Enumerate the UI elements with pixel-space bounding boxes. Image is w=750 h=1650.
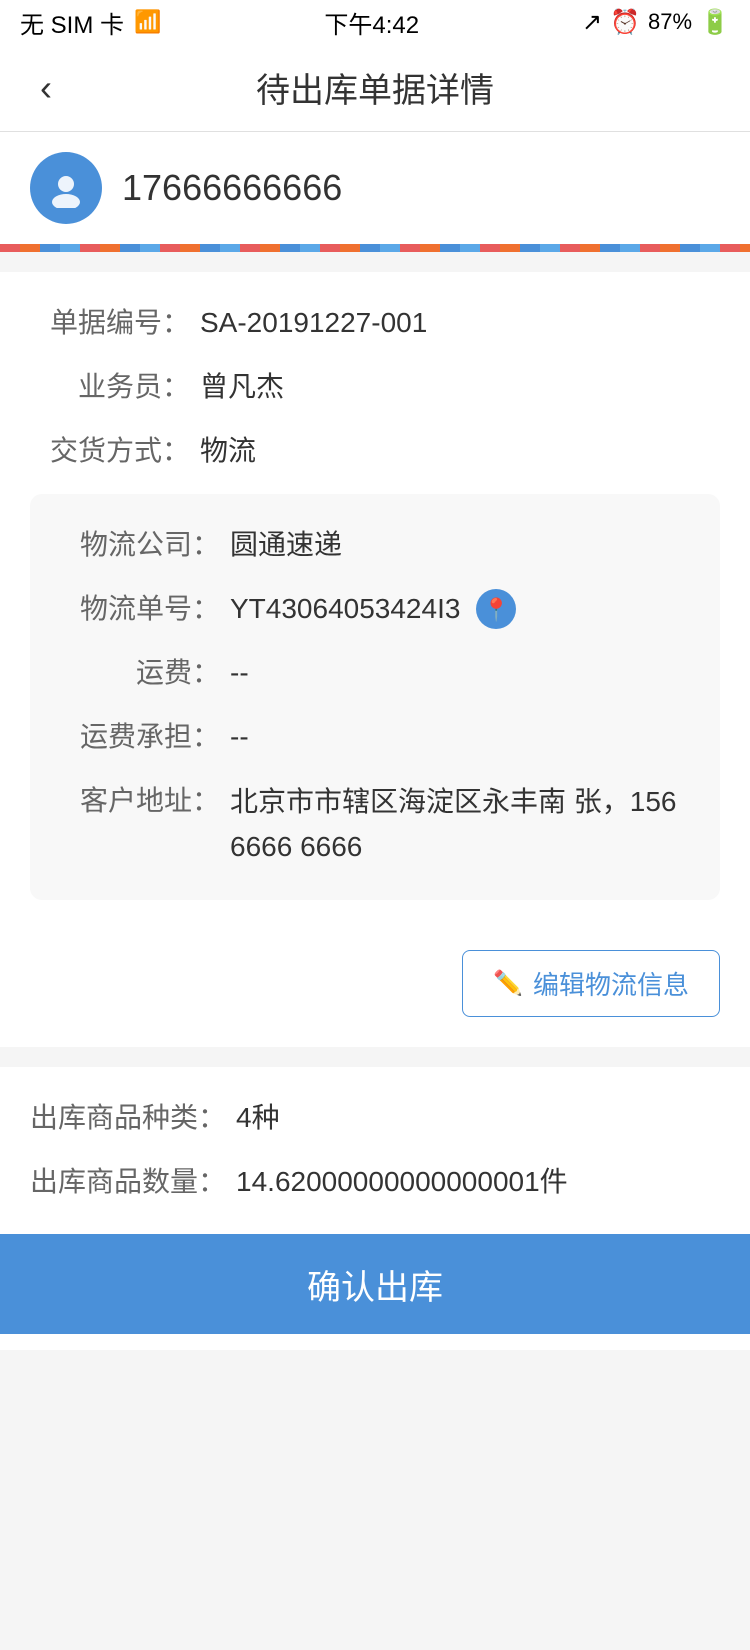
location-pin-icon: 📍 bbox=[483, 593, 510, 626]
order-number-row: 单据编号： SA-20191227-001 bbox=[30, 302, 720, 344]
logistics-tracking-value: YT43064053424I3 bbox=[230, 588, 460, 630]
status-bar: 无 SIM 卡 📶 下午4:42 ↗ ⏰ 87% 🔋 bbox=[0, 0, 750, 44]
order-info-section: 单据编号： SA-20191227-001 业务员： 曾凡杰 交货方式： 物流 … bbox=[0, 272, 750, 930]
salesperson-label: 业务员： bbox=[30, 366, 190, 408]
address-row: 客户地址： 北京市市辖区海淀区永丰南 张，156 6666 6666 bbox=[60, 780, 690, 870]
edit-logistics-button[interactable]: ✏️ 编辑物流信息 bbox=[462, 950, 720, 1017]
logistics-company-row: 物流公司： 圆通速递 bbox=[60, 524, 690, 566]
address-label: 客户地址： bbox=[60, 780, 220, 822]
carrier-text: 无 SIM 卡 bbox=[20, 5, 124, 40]
edit-icon: ✏️ bbox=[493, 969, 523, 998]
alarm-icon: ⏰ bbox=[610, 8, 640, 37]
status-left: 无 SIM 卡 📶 bbox=[20, 5, 161, 40]
battery-icon: 🔋 bbox=[700, 8, 730, 37]
salesperson-row: 业务员： 曾凡杰 bbox=[30, 366, 720, 408]
goods-type-label: 出库商品种类： bbox=[30, 1097, 226, 1139]
goods-type-value: 4种 bbox=[226, 1097, 720, 1139]
logistics-company-label: 物流公司： bbox=[60, 524, 220, 566]
salesperson-value: 曾凡杰 bbox=[190, 366, 720, 408]
logistics-company-value: 圆通速递 bbox=[220, 524, 690, 566]
address-value: 北京市市辖区海淀区永丰南 张，156 6666 6666 bbox=[220, 780, 690, 870]
delivery-method-label: 交货方式： bbox=[30, 430, 190, 472]
location-arrow-icon: ↗ bbox=[582, 8, 602, 37]
nav-bar: ‹ 待出库单据详情 bbox=[0, 44, 750, 132]
status-time: 下午4:42 bbox=[324, 5, 419, 40]
edit-logistics-container: ✏️ 编辑物流信息 bbox=[0, 930, 750, 1047]
freight-row: 运费： -- bbox=[60, 652, 690, 694]
order-number-value: SA-20191227-001 bbox=[190, 302, 720, 344]
order-number-label: 单据编号： bbox=[30, 302, 190, 344]
battery-text: 87% bbox=[648, 9, 692, 35]
freight-value: -- bbox=[220, 652, 690, 694]
freight-bear-row: 运费承担： -- bbox=[60, 716, 690, 758]
page-title: 待出库单据详情 bbox=[256, 63, 494, 112]
content-spacer bbox=[0, 1350, 750, 1550]
status-right: ↗ ⏰ 87% 🔋 bbox=[582, 8, 730, 37]
freight-bear-label: 运费承担： bbox=[60, 716, 220, 758]
avatar bbox=[30, 152, 102, 224]
goods-quantity-row: 出库商品数量： 14.62000000000000001件 bbox=[30, 1161, 720, 1203]
freight-label: 运费： bbox=[60, 652, 220, 694]
customer-phone: 17666666666 bbox=[122, 167, 342, 209]
section-separator bbox=[0, 1047, 750, 1067]
logistics-tracking-label: 物流单号： bbox=[60, 588, 220, 630]
delivery-method-value: 物流 bbox=[190, 430, 720, 472]
dashed-divider bbox=[0, 244, 750, 252]
freight-bear-value: -- bbox=[220, 716, 690, 758]
goods-type-row: 出库商品种类： 4种 bbox=[30, 1097, 720, 1139]
goods-quantity-value: 14.62000000000000001件 bbox=[226, 1161, 720, 1203]
logistics-tracking-container: YT43064053424I3 📍 bbox=[220, 588, 690, 630]
logistics-card: 物流公司： 圆通速递 物流单号： YT43064053424I3 📍 运费： -… bbox=[30, 494, 720, 900]
customer-header: 17666666666 bbox=[0, 132, 750, 244]
edit-logistics-label: 编辑物流信息 bbox=[533, 965, 689, 1002]
wifi-icon: 📶 bbox=[134, 9, 161, 35]
back-button[interactable]: ‹ bbox=[30, 57, 62, 119]
confirm-bar[interactable]: 确认出库 bbox=[0, 1234, 750, 1334]
goods-quantity-label: 出库商品数量： bbox=[30, 1161, 226, 1203]
track-location-button[interactable]: 📍 bbox=[476, 589, 516, 629]
delivery-method-row: 交货方式： 物流 bbox=[30, 430, 720, 472]
logistics-tracking-row: 物流单号： YT43064053424I3 📍 bbox=[60, 588, 690, 630]
confirm-label: 确认出库 bbox=[307, 1260, 443, 1309]
goods-section: 出库商品种类： 4种 出库商品数量： 14.62000000000000001件 bbox=[0, 1067, 750, 1233]
